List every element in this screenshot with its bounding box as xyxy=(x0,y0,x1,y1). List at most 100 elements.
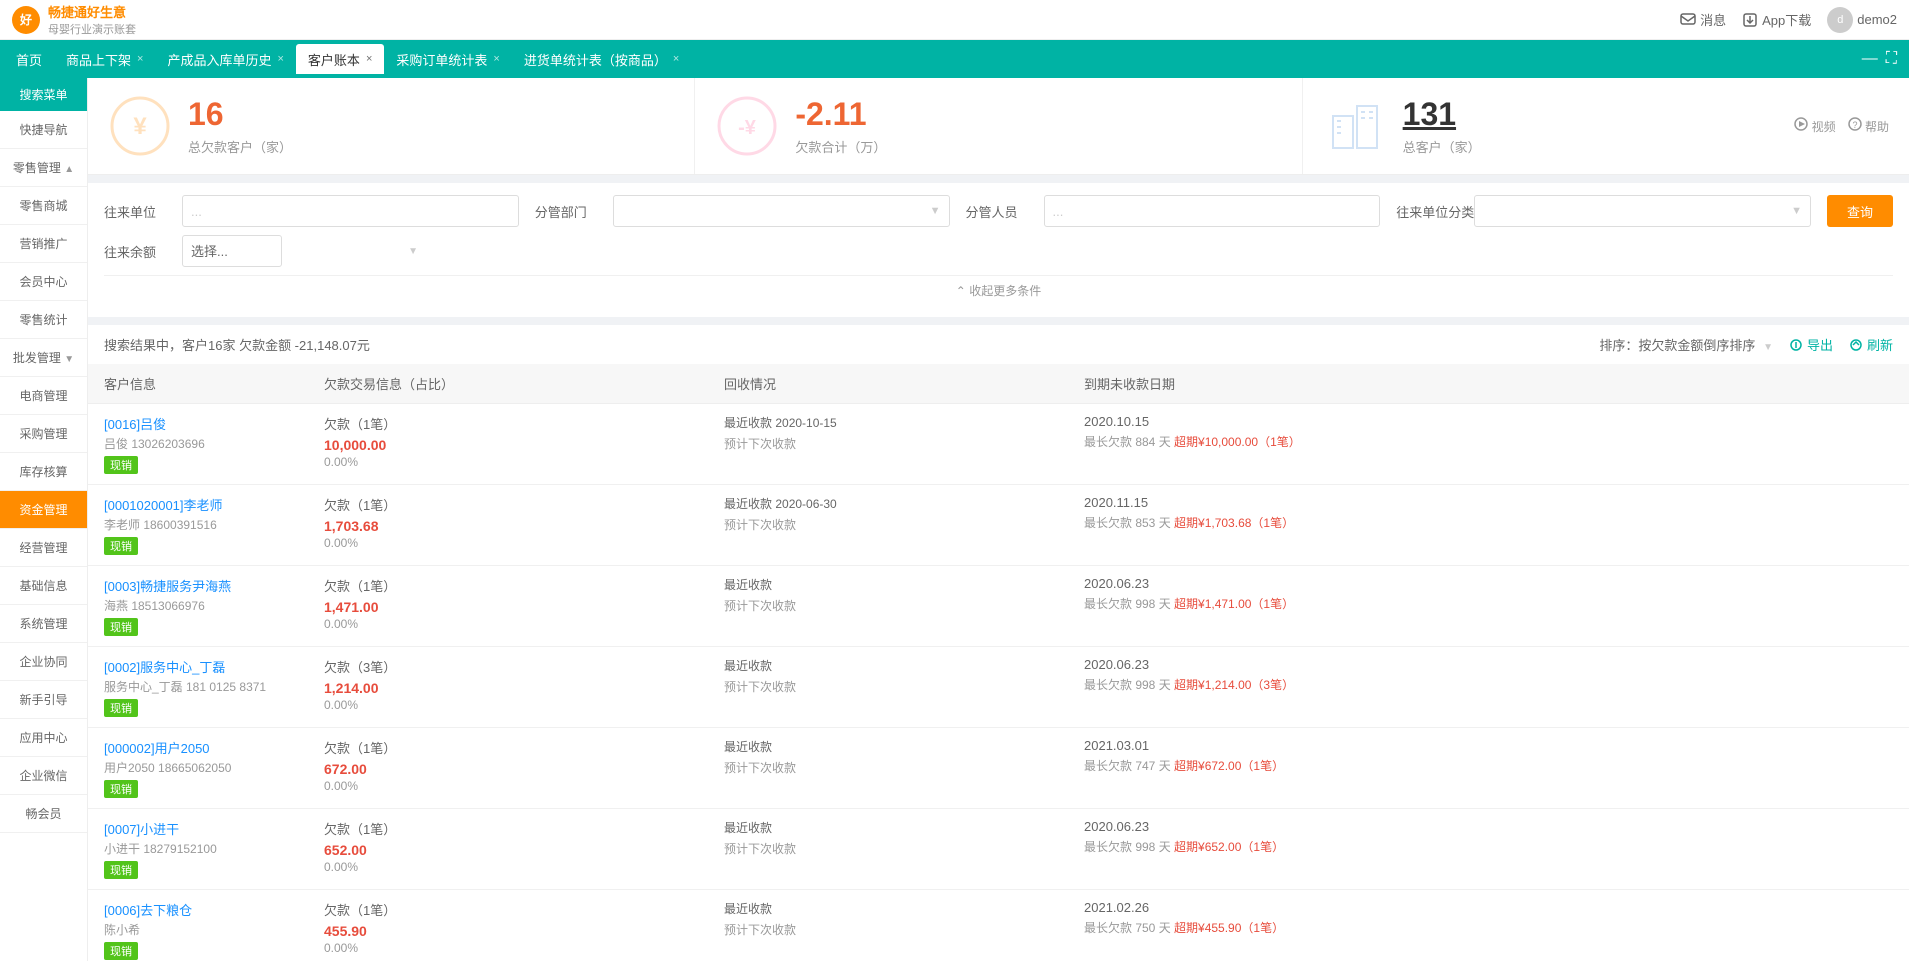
customer-info-cell: [000002]用户2050 用户2050 18665062050 现销 xyxy=(88,728,308,809)
table-header: 客户信息 欠款交易信息（占比） 回收情况 到期未收款日期 xyxy=(88,364,1909,404)
collapse-icon: ⌃ xyxy=(956,284,969,298)
sidebar-item-inventory[interactable]: 库存核算 xyxy=(0,453,87,491)
sidebar-item-basic-info[interactable]: 基础信息 xyxy=(0,567,87,605)
export-icon xyxy=(1789,338,1803,352)
overdue-amount-link[interactable]: 超期¥10,000.00（1笔） xyxy=(1174,435,1301,449)
sidebar-item-operations[interactable]: 经营管理 xyxy=(0,529,87,567)
tab-produce-history[interactable]: 产成品入库单历史 × xyxy=(155,44,295,74)
sidebar-item-member[interactable]: 会员中心 xyxy=(0,263,87,301)
app-name: 畅捷通好生意 xyxy=(48,2,136,21)
collapse-btn[interactable]: ⌃ 收起更多条件 xyxy=(104,275,1893,305)
video-btn[interactable]: 视频 xyxy=(1794,117,1835,135)
sidebar-item-app-center[interactable]: 应用中心 xyxy=(0,719,87,757)
customer-name-link[interactable]: [0002]服务中心_丁磊 xyxy=(104,657,292,676)
debt-info-cell: 欠款（3笔） 1,214.00 0.00% xyxy=(308,647,708,728)
tab-collapse-btn[interactable]: — xyxy=(1862,50,1878,68)
overdue-date-cell: 2020.06.23 最长欠款 998 天 超期¥652.00（1笔） xyxy=(1068,809,1909,890)
overdue-days: 最长欠款 998 天 超期¥652.00（1笔） xyxy=(1084,838,1893,855)
logo-icon: 好 xyxy=(12,6,40,34)
recovery-cell: 最近收款 预计下次收款 xyxy=(708,890,1068,961)
customer-name-link[interactable]: [0007]小进干 xyxy=(104,819,292,838)
table-row: [0006]去下粮仓 陈小希 现销 欠款（1笔） 455.90 0.00% 最近… xyxy=(88,890,1909,961)
filter-dept-input[interactable]: ▼ xyxy=(613,195,950,227)
sidebar-item-ecommerce[interactable]: 电商管理 xyxy=(0,377,87,415)
help-btn[interactable]: ? 帮助 xyxy=(1848,117,1889,135)
tab-close-product-off[interactable]: × xyxy=(137,53,143,65)
tab-fullscreen-btn[interactable]: ⛶ xyxy=(1886,50,1897,68)
filter-person: 分管人员 ... xyxy=(966,195,1381,227)
customer-name-link[interactable]: [000002]用户2050 xyxy=(104,738,292,757)
sort-label: 排序：按欠款金额倒序排序 ▼ xyxy=(1599,335,1773,354)
message-btn[interactable]: 消息 xyxy=(1680,10,1726,29)
customer-phone: 吕俊 13026203696 xyxy=(104,435,292,452)
sidebar-item-chang-member[interactable]: 畅会员 xyxy=(0,795,87,833)
sidebar-item-retail-mgmt[interactable]: 零售管理 ▲ xyxy=(0,149,87,187)
customer-name-link[interactable]: [0001020001]李老师 xyxy=(104,495,292,514)
debt-ratio: 0.00% xyxy=(324,941,692,955)
sidebar-item-batch-mgmt[interactable]: 批发管理 ▼ xyxy=(0,339,87,377)
filter-from-unit-input[interactable]: ... xyxy=(182,195,519,227)
sidebar-item-quick-nav[interactable]: 快捷导航 xyxy=(0,111,87,149)
table-row: [0003]畅捷服务尹海燕 海燕 18513066976 现销 欠款（1笔） 1… xyxy=(88,566,1909,647)
tab-close-purchase-order[interactable]: × xyxy=(493,53,499,65)
overdue-amount-link[interactable]: 超期¥1,471.00（1笔） xyxy=(1174,597,1294,611)
overdue-amount-link[interactable]: 超期¥1,214.00（3笔） xyxy=(1174,678,1294,692)
recovery-cell: 最近收款 2020-10-15 预计下次收款 xyxy=(708,404,1068,485)
recent-pay-label: 最近收款 xyxy=(724,576,1052,593)
filter-person-input[interactable]: ... xyxy=(1044,195,1381,227)
recovery-cell: 最近收款 预计下次收款 xyxy=(708,647,1068,728)
debt-count: 欠款（1笔） xyxy=(324,900,692,919)
refresh-button[interactable]: 刷新 xyxy=(1849,335,1893,354)
customer-info-cell: [0006]去下粮仓 陈小希 现销 xyxy=(88,890,308,961)
debt-info-cell: 欠款（1笔） 10,000.00 0.00% xyxy=(308,404,708,485)
sidebar-item-purchase[interactable]: 采购管理 xyxy=(0,415,87,453)
recent-pay-label: 最近收款 xyxy=(724,738,1052,755)
sidebar-item-new-guide[interactable]: 新手引导 xyxy=(0,681,87,719)
query-button[interactable]: 查询 xyxy=(1827,195,1893,227)
sidebar-item-enterprise-wechat[interactable]: 企业微信 xyxy=(0,757,87,795)
customer-name-link[interactable]: [0003]畅捷服务尹海燕 xyxy=(104,576,292,595)
message-icon xyxy=(1680,12,1696,28)
sidebar-search[interactable]: 搜索菜单 xyxy=(0,78,87,111)
tab-product-off[interactable]: 商品上下架 × xyxy=(54,44,155,74)
app-download-btn[interactable]: App下载 xyxy=(1742,10,1811,29)
user-avatar[interactable]: d demo2 xyxy=(1827,7,1897,33)
overdue-amount-link[interactable]: 超期¥455.90（1笔） xyxy=(1174,921,1284,935)
debt-ratio: 0.00% xyxy=(324,617,692,631)
filter-unit-class-input[interactable]: ▼ xyxy=(1474,195,1811,227)
tab-purchase-order[interactable]: 采购订单统计表 × xyxy=(384,44,511,74)
tab-instock-stat[interactable]: 进货单统计表（按商品） × xyxy=(512,44,691,74)
customer-name-link[interactable]: [0006]去下粮仓 xyxy=(104,900,292,919)
tab-close-produce-history[interactable]: × xyxy=(277,53,283,65)
overdue-amount-link[interactable]: 超期¥1,703.68（1笔） xyxy=(1174,516,1294,530)
export-button[interactable]: 导出 xyxy=(1789,335,1833,354)
svg-text:¥: ¥ xyxy=(133,113,147,140)
filter-from-unit-label: 往来单位 xyxy=(104,202,174,221)
tab-close-instock-stat[interactable]: × xyxy=(673,53,679,65)
tab-home[interactable]: 首页 xyxy=(4,44,54,74)
customer-phone: 小进干 18279152100 xyxy=(104,840,292,857)
sidebar-item-retail-stat[interactable]: 零售统计 xyxy=(0,301,87,339)
sidebar-item-enterprise[interactable]: 企业协同 xyxy=(0,643,87,681)
recent-pay-label: 最近收款 2020-06-30 xyxy=(724,495,1052,512)
customer-tag: 现销 xyxy=(104,537,138,555)
sidebar-item-finance[interactable]: 资金管理 xyxy=(0,491,87,529)
overdue-amount-link[interactable]: 超期¥672.00（1笔） xyxy=(1174,759,1284,773)
customer-name-link[interactable]: [0016]吕俊 xyxy=(104,414,292,433)
overdue-date-cell: 2020.10.15 最长欠款 884 天 超期¥10,000.00（1笔） xyxy=(1068,404,1909,485)
data-table: 客户信息 欠款交易信息（占比） 回收情况 到期未收款日期 [0016]吕俊 吕俊… xyxy=(88,364,1909,961)
sidebar-item-system[interactable]: 系统管理 xyxy=(0,605,87,643)
customer-phone: 李老师 18600391516 xyxy=(104,516,292,533)
stat-icon-3 xyxy=(1323,94,1387,158)
balance-select[interactable]: 选择... xyxy=(182,235,282,267)
debt-ratio: 0.00% xyxy=(324,698,692,712)
sidebar-item-marketing[interactable]: 营销推广 xyxy=(0,225,87,263)
overdue-amount-link[interactable]: 超期¥652.00（1笔） xyxy=(1174,840,1284,854)
stat-number-2: -2.11 xyxy=(795,96,886,133)
sidebar-item-retail-shop[interactable]: 零售商城 xyxy=(0,187,87,225)
tab-close-customer-account[interactable]: × xyxy=(366,53,372,65)
filter-person-label: 分管人员 xyxy=(966,202,1036,221)
customer-tag: 现销 xyxy=(104,780,138,798)
customer-info-cell: [0003]畅捷服务尹海燕 海燕 18513066976 现销 xyxy=(88,566,308,647)
tab-customer-account[interactable]: 客户账本 × xyxy=(296,44,384,74)
